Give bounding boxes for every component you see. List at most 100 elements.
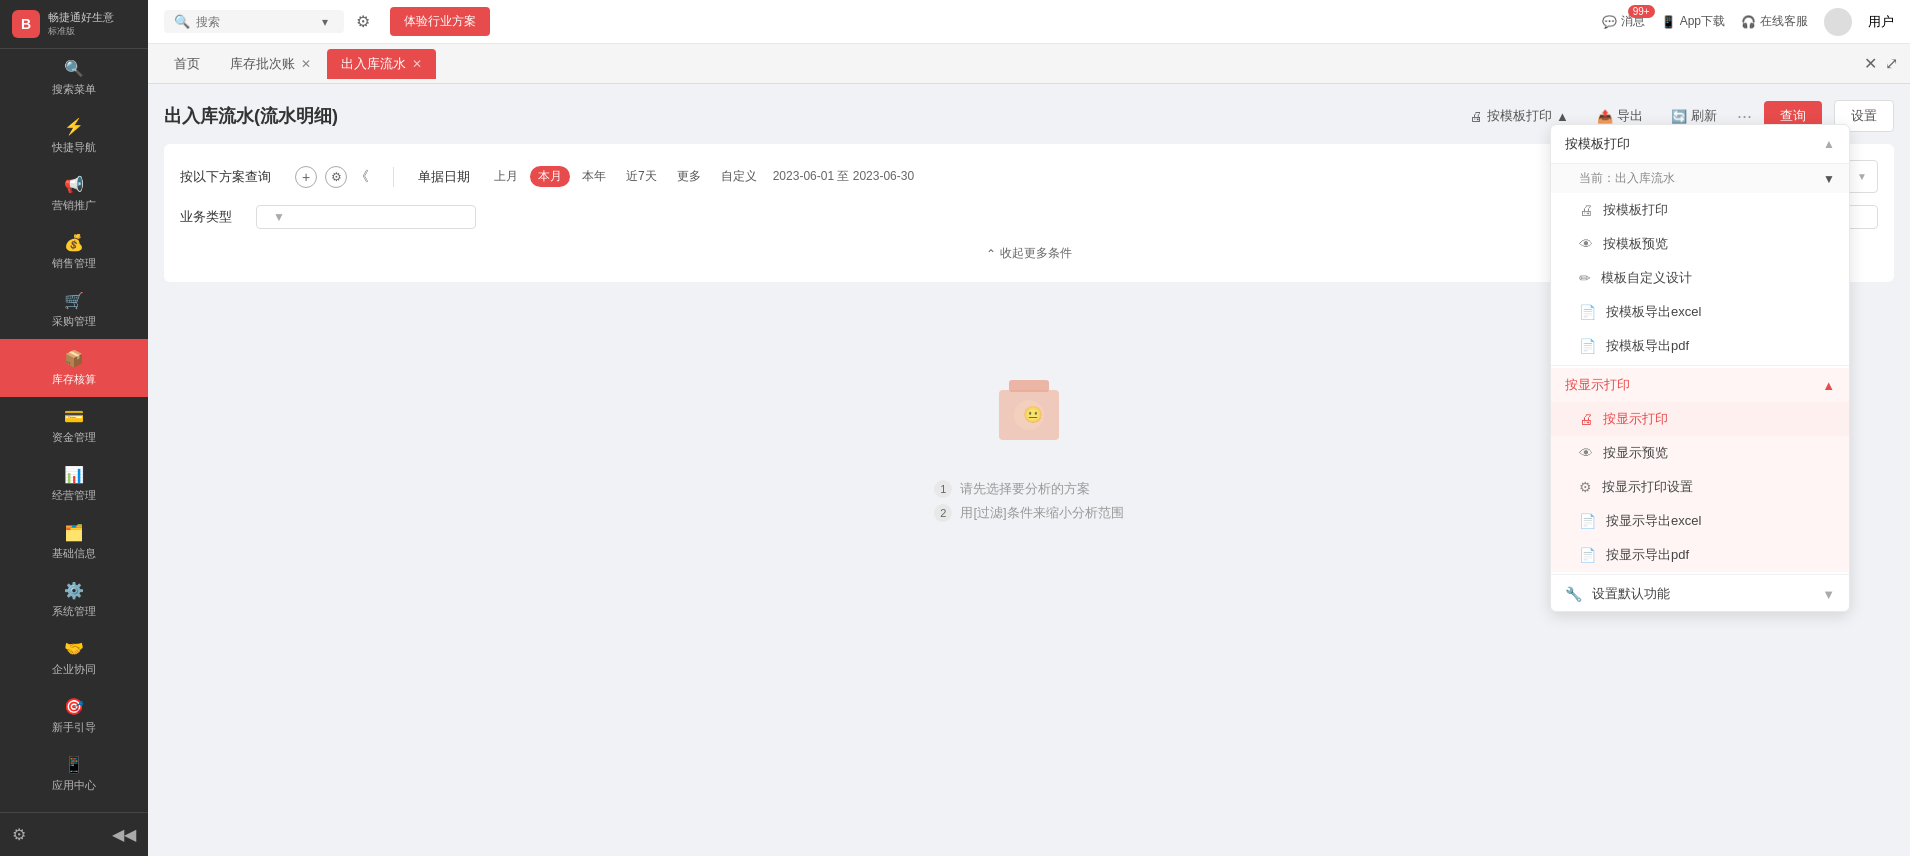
sidebar-collapse-icon[interactable]: ◀◀ [112,825,136,844]
online-service-button[interactable]: 🎧 在线客服 [1741,13,1808,30]
page-title: 出入库流水(流水明细) [164,104,338,128]
user-avatar[interactable] [1824,8,1852,36]
finance-icon: 💳 [64,407,84,426]
display-excel-icon: 📄 [1579,513,1596,529]
template-print-label: 按模板打印 [1603,201,1668,219]
filter-collapse-icon[interactable]: 《 [355,168,369,186]
default-settings-label: 设置默认功能 [1592,585,1670,603]
sidebar-item-appstore[interactable]: 📱 应用中心 [0,745,148,803]
sidebar-label-inventory: 库存核算 [52,372,96,387]
print-template-label: 按模板打印 [1487,107,1552,125]
purchase-icon: 🛒 [64,291,84,310]
date-tab-current-month[interactable]: 本月 [530,166,570,187]
sidebar-item-system[interactable]: ⚙️ 系统管理 [0,571,148,629]
main-area: 🔍 ▾ ⚙ 体验行业方案 💬 消息 99+ 📱 App下载 🎧 在线客服 [148,0,1910,856]
basic-icon: 🗂️ [64,523,84,542]
marketing-icon: 📢 [64,175,84,194]
sidebar-item-marketing[interactable]: 📢 营销推广 [0,165,148,223]
dropdown-item-template-pdf[interactable]: 📄 按模板导出pdf [1551,329,1849,363]
pdf-icon: 📄 [1579,338,1596,354]
export-label: 导出 [1617,107,1643,125]
date-tab-more[interactable]: 更多 [669,166,709,187]
current-arrow: ▼ [1823,172,1835,186]
sidebar-label-search: 搜索菜单 [52,82,96,97]
search-dropdown-arrow[interactable]: ▾ [322,15,328,29]
sidebar-item-purchase[interactable]: 🛒 采购管理 [0,281,148,339]
date-tabs: 上月 本月 本年 近7天 更多 自定义 [486,166,765,187]
tab-flow-label: 出入库流水 [341,55,406,73]
date-tab-last-month[interactable]: 上月 [486,166,526,187]
app-version: 标准版 [48,25,114,38]
template-custom-label: 模板自定义设计 [1601,269,1692,287]
business-type-select[interactable]: ▼ [256,205,476,229]
user-name[interactable]: 用户 [1868,13,1894,31]
window-controls: ✕ ⤢ [1864,54,1898,73]
template-pdf-label: 按模板导出pdf [1606,337,1689,355]
search-icon: 🔍 [174,14,190,29]
search-input[interactable] [196,15,316,29]
sidebar-item-operations[interactable]: 📊 经营管理 [0,455,148,513]
template-section: 🖨 按模板打印 👁 按模板预览 ✏ 模板自定义设计 📄 按模板导出excel [1551,193,1849,363]
date-tab-7days[interactable]: 近7天 [618,166,665,187]
tab-flow[interactable]: 出入库流水 ✕ [327,49,436,79]
dropdown-item-default-settings[interactable]: 🔧 设置默认功能 ▼ [1551,577,1849,611]
biz-type-more[interactable]: ▼ [273,210,285,224]
industry-solution-button[interactable]: 体验行业方案 [390,7,490,36]
sidebar-label-marketing: 营销推广 [52,198,96,213]
printer-small-icon: 🖨 [1579,202,1593,218]
filter-add-button[interactable]: + [295,166,317,188]
dropdown-item-display-preview[interactable]: 👁 按显示预览 [1551,436,1849,470]
template-excel-label: 按模板导出excel [1606,303,1701,321]
display-section: 🖨 按显示打印 👁 按显示预览 ⚙ 按显示打印设置 📄 按显示导出excel [1551,402,1849,572]
filter-scheme-label: 按以下方案查询 [180,168,271,186]
topbar-settings-icon[interactable]: ⚙ [356,12,370,31]
tab-batch[interactable]: 库存批次账 ✕ [216,49,325,79]
print-dropdown-panel: 按模板打印 ▲ 当前：出入库流水 ▼ 🖨 按模板打印 👁 按模板预览 [1550,124,1850,612]
dropdown-item-display-pdf[interactable]: 📄 按显示导出pdf [1551,538,1849,572]
app-download-button[interactable]: 📱 App下载 [1661,13,1725,30]
dropdown-item-display-settings[interactable]: ⚙ 按显示打印设置 [1551,470,1849,504]
sidebar-logo: B 畅捷通好生意 标准版 [0,0,148,49]
display-settings-label: 按显示打印设置 [1602,478,1693,496]
default-settings-arrow: ▼ [1822,587,1835,602]
sidebar-item-inventory[interactable]: 📦 库存核算 [0,339,148,397]
dropdown-item-template-excel[interactable]: 📄 按模板导出excel [1551,295,1849,329]
app-download-label: App下载 [1680,13,1725,30]
enterprise-icon: 🤝 [64,639,84,658]
sidebar-item-basic[interactable]: 🗂️ 基础信息 [0,513,148,571]
display-section-header[interactable]: 按显示打印 ▲ [1551,368,1849,402]
dropdown-header: 按模板打印 ▲ [1551,125,1849,164]
dropdown-close-arrow[interactable]: ▲ [1823,137,1835,151]
dropdown-item-template-print[interactable]: 🖨 按模板打印 [1551,193,1849,227]
window-maximize-icon[interactable]: ⤢ [1885,54,1898,73]
sidebar-item-sales[interactable]: 💰 销售管理 [0,223,148,281]
dropdown-item-display-print[interactable]: 🖨 按显示打印 [1551,402,1849,436]
dropdown-item-template-preview[interactable]: 👁 按模板预览 [1551,227,1849,261]
sidebar-item-wechat[interactable]: 💬 企业微信 [0,803,148,812]
sidebar-item-enterprise[interactable]: 🤝 企业协同 [0,629,148,687]
message-button[interactable]: 💬 消息 99+ [1602,13,1645,30]
date-tab-current-year[interactable]: 本年 [574,166,614,187]
tab-batch-label: 库存批次账 [230,55,295,73]
tab-flow-close[interactable]: ✕ [412,57,422,71]
page-content-area: 出入库流水(流水明细) 🖨 按模板打印 ▲ 📤 导出 🔄 [148,84,1910,856]
filter-settings-button[interactable]: ⚙ [325,166,347,188]
window-close-icon[interactable]: ✕ [1864,54,1877,73]
app-download-icon: 📱 [1661,15,1676,29]
sidebar-item-guide[interactable]: 🎯 新手引导 [0,687,148,745]
sidebar-item-finance[interactable]: 💳 资金管理 [0,397,148,455]
appstore-icon: 📱 [64,755,84,774]
filter-action-buttons: + ⚙ 《 [295,166,369,188]
dropdown-item-template-custom[interactable]: ✏ 模板自定义设计 [1551,261,1849,295]
dropdown-item-display-excel[interactable]: 📄 按显示导出excel [1551,504,1849,538]
tab-batch-close[interactable]: ✕ [301,57,311,71]
sidebar-settings-icon[interactable]: ⚙ [12,825,26,844]
app-name: 畅捷通好生意 [48,10,114,24]
current-label: 当前：出入库流水 [1579,170,1675,187]
topbar-search-box[interactable]: 🔍 ▾ [164,10,344,33]
tab-home[interactable]: 首页 [160,49,214,79]
template-preview-label: 按模板预览 [1603,235,1668,253]
date-tab-custom[interactable]: 自定义 [713,166,765,187]
sidebar-item-search[interactable]: 🔍 搜索菜单 [0,49,148,107]
sidebar-item-shortcut[interactable]: ⚡ 快捷导航 [0,107,148,165]
